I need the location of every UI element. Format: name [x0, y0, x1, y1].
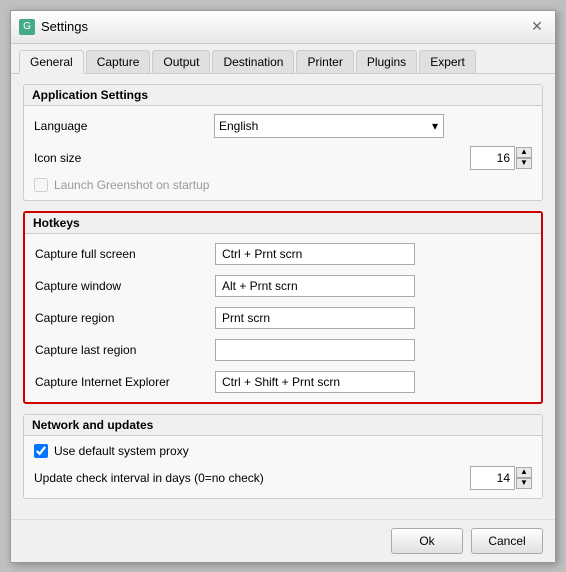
hotkey-row-0: Capture full screen: [35, 242, 531, 266]
cancel-button[interactable]: Cancel: [471, 528, 543, 554]
tab-destination[interactable]: Destination: [212, 50, 294, 73]
hotkey-label-0: Capture full screen: [35, 247, 215, 261]
app-settings-body: Language English Icon size: [24, 106, 542, 200]
update-up-button[interactable]: ▲: [516, 467, 532, 478]
icon-size-value: ▲ ▼: [214, 146, 532, 170]
language-value: English: [214, 114, 532, 138]
hotkey-row-1: Capture window: [35, 274, 531, 298]
icon-size-row: Icon size ▲ ▼: [34, 146, 532, 170]
app-icon: G: [19, 19, 35, 35]
ok-button[interactable]: Ok: [391, 528, 463, 554]
update-down-button[interactable]: ▼: [516, 478, 532, 489]
update-input[interactable]: [470, 466, 515, 490]
hotkey-input-wrapper-4: [215, 371, 531, 393]
tab-general[interactable]: General: [19, 50, 84, 74]
hotkey-label-1: Capture window: [35, 279, 215, 293]
update-spinner: ▲ ▼: [516, 467, 532, 489]
app-settings-title: Application Settings: [24, 85, 542, 106]
network-title: Network and updates: [24, 415, 542, 436]
language-row: Language English: [34, 114, 532, 138]
network-body: Use default system proxy Update check in…: [24, 436, 542, 498]
language-select-wrapper: English: [214, 114, 444, 138]
hotkey-input-wrapper-0: [215, 243, 531, 265]
icon-size-spinner: ▲ ▼: [516, 147, 532, 169]
tab-bar: General Capture Output Destination Print…: [11, 44, 555, 74]
icon-size-down-button[interactable]: ▼: [516, 158, 532, 169]
title-bar-left: G Settings: [19, 19, 88, 35]
window-title: Settings: [41, 19, 88, 34]
hotkey-input-1[interactable]: [215, 275, 415, 297]
title-bar: G Settings ✕: [11, 11, 555, 44]
hotkey-input-4[interactable]: [215, 371, 415, 393]
icon-size-label: Icon size: [34, 151, 214, 165]
language-select[interactable]: English: [214, 114, 444, 138]
settings-window: G Settings ✕ General Capture Output Dest…: [10, 10, 556, 563]
tab-expert[interactable]: Expert: [419, 50, 476, 73]
app-settings-section: Application Settings Language English: [23, 84, 543, 201]
content-area: Application Settings Language English: [11, 74, 555, 519]
hotkeys-body: Capture full screen Capture window Captu…: [25, 234, 541, 402]
hotkey-input-wrapper-1: [215, 275, 531, 297]
tab-output[interactable]: Output: [152, 50, 210, 73]
tab-plugins[interactable]: Plugins: [356, 50, 417, 73]
hotkey-label-2: Capture region: [35, 311, 215, 325]
close-button[interactable]: ✕: [527, 17, 547, 37]
hotkey-row-3: Capture last region: [35, 338, 531, 362]
proxy-checkbox[interactable]: [34, 444, 48, 458]
launch-row: Launch Greenshot on startup: [34, 178, 532, 192]
hotkeys-title: Hotkeys: [25, 213, 541, 234]
hotkey-input-2[interactable]: [215, 307, 415, 329]
footer: Ok Cancel: [11, 519, 555, 562]
hotkey-label-4: Capture Internet Explorer: [35, 375, 215, 389]
launch-label: Launch Greenshot on startup: [54, 178, 209, 192]
launch-checkbox[interactable]: [34, 178, 48, 192]
update-value: ▲ ▼: [314, 466, 532, 490]
icon-size-input[interactable]: [470, 146, 515, 170]
proxy-label: Use default system proxy: [54, 444, 189, 458]
update-row: Update check interval in days (0=no chec…: [34, 466, 532, 490]
hotkey-input-0[interactable]: [215, 243, 415, 265]
hotkey-row-4: Capture Internet Explorer: [35, 370, 531, 394]
proxy-row: Use default system proxy: [34, 444, 532, 458]
icon-size-up-button[interactable]: ▲: [516, 147, 532, 158]
hotkey-row-2: Capture region: [35, 306, 531, 330]
hotkeys-section: Hotkeys Capture full screen Capture wind…: [23, 211, 543, 404]
tab-printer[interactable]: Printer: [296, 50, 353, 73]
network-section: Network and updates Use default system p…: [23, 414, 543, 499]
hotkey-input-wrapper-2: [215, 307, 531, 329]
hotkey-input-3[interactable]: [215, 339, 415, 361]
hotkey-label-3: Capture last region: [35, 343, 215, 357]
tab-capture[interactable]: Capture: [86, 50, 151, 73]
language-label: Language: [34, 119, 214, 133]
hotkey-input-wrapper-3: [215, 339, 531, 361]
update-label: Update check interval in days (0=no chec…: [34, 471, 314, 485]
